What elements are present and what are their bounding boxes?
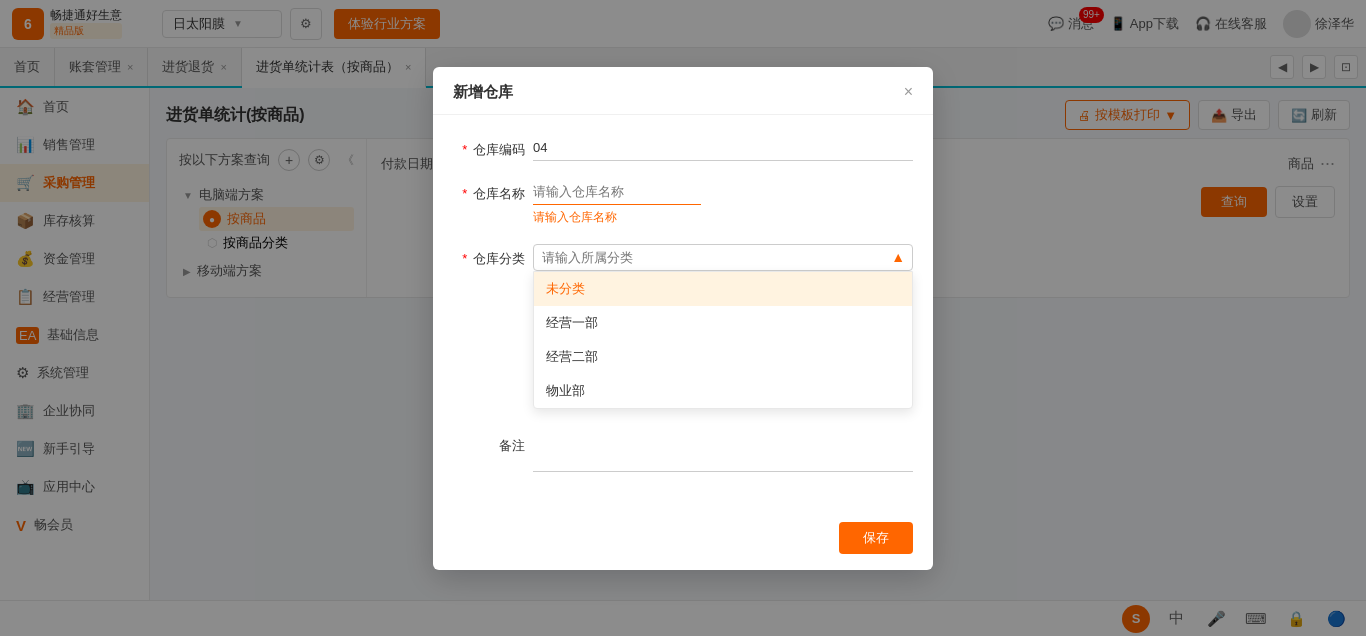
remark-textarea[interactable] <box>533 431 913 472</box>
dropdown-item-dept1[interactable]: 经营一部 <box>534 306 912 340</box>
category-input[interactable] <box>533 244 913 271</box>
chevron-up-icon[interactable]: ▲ <box>891 249 905 265</box>
remark-label: 备注 <box>453 431 533 455</box>
dropdown-item-property[interactable]: 物业部 <box>534 374 912 408</box>
warehouse-code-row: * 仓库编码 <box>453 135 913 161</box>
warehouse-code-label: * 仓库编码 <box>453 135 533 159</box>
warehouse-name-row: * 仓库名称 请输入仓库名称 <box>453 179 913 226</box>
category-dropdown: 未分类 经营一部 经营二部 物业部 <box>533 271 913 409</box>
modal-title: 新增仓库 <box>453 83 513 102</box>
warehouse-category-label: * 仓库分类 <box>453 244 533 268</box>
modal-overlay: 新增仓库 × * 仓库编码 * 仓库名称 <box>0 0 1366 636</box>
dropdown-item-uncategorized[interactable]: 未分类 <box>534 272 912 306</box>
modal-header: 新增仓库 × <box>433 67 933 115</box>
remark-row: 备注 <box>453 431 913 472</box>
add-warehouse-modal: 新增仓库 × * 仓库编码 * 仓库名称 <box>433 67 933 570</box>
modal-body: * 仓库编码 * 仓库名称 请输入仓库名称 <box>433 115 933 510</box>
category-select-wrap: ▲ 未分类 经营一部 经营二部 物业部 <box>533 244 913 271</box>
modal-footer: 保存 <box>433 510 933 570</box>
warehouse-name-label: * 仓库名称 <box>453 179 533 203</box>
warehouse-code-input[interactable] <box>533 135 913 161</box>
dropdown-item-dept2[interactable]: 经营二部 <box>534 340 912 374</box>
warehouse-name-error: 请输入仓库名称 <box>533 209 701 226</box>
warehouse-name-input[interactable] <box>533 179 701 205</box>
modal-close-button[interactable]: × <box>904 83 913 101</box>
warehouse-category-row: * 仓库分类 ▲ 未分类 经营一部 经营二部 物业部 <box>453 244 913 271</box>
save-button[interactable]: 保存 <box>839 522 913 554</box>
